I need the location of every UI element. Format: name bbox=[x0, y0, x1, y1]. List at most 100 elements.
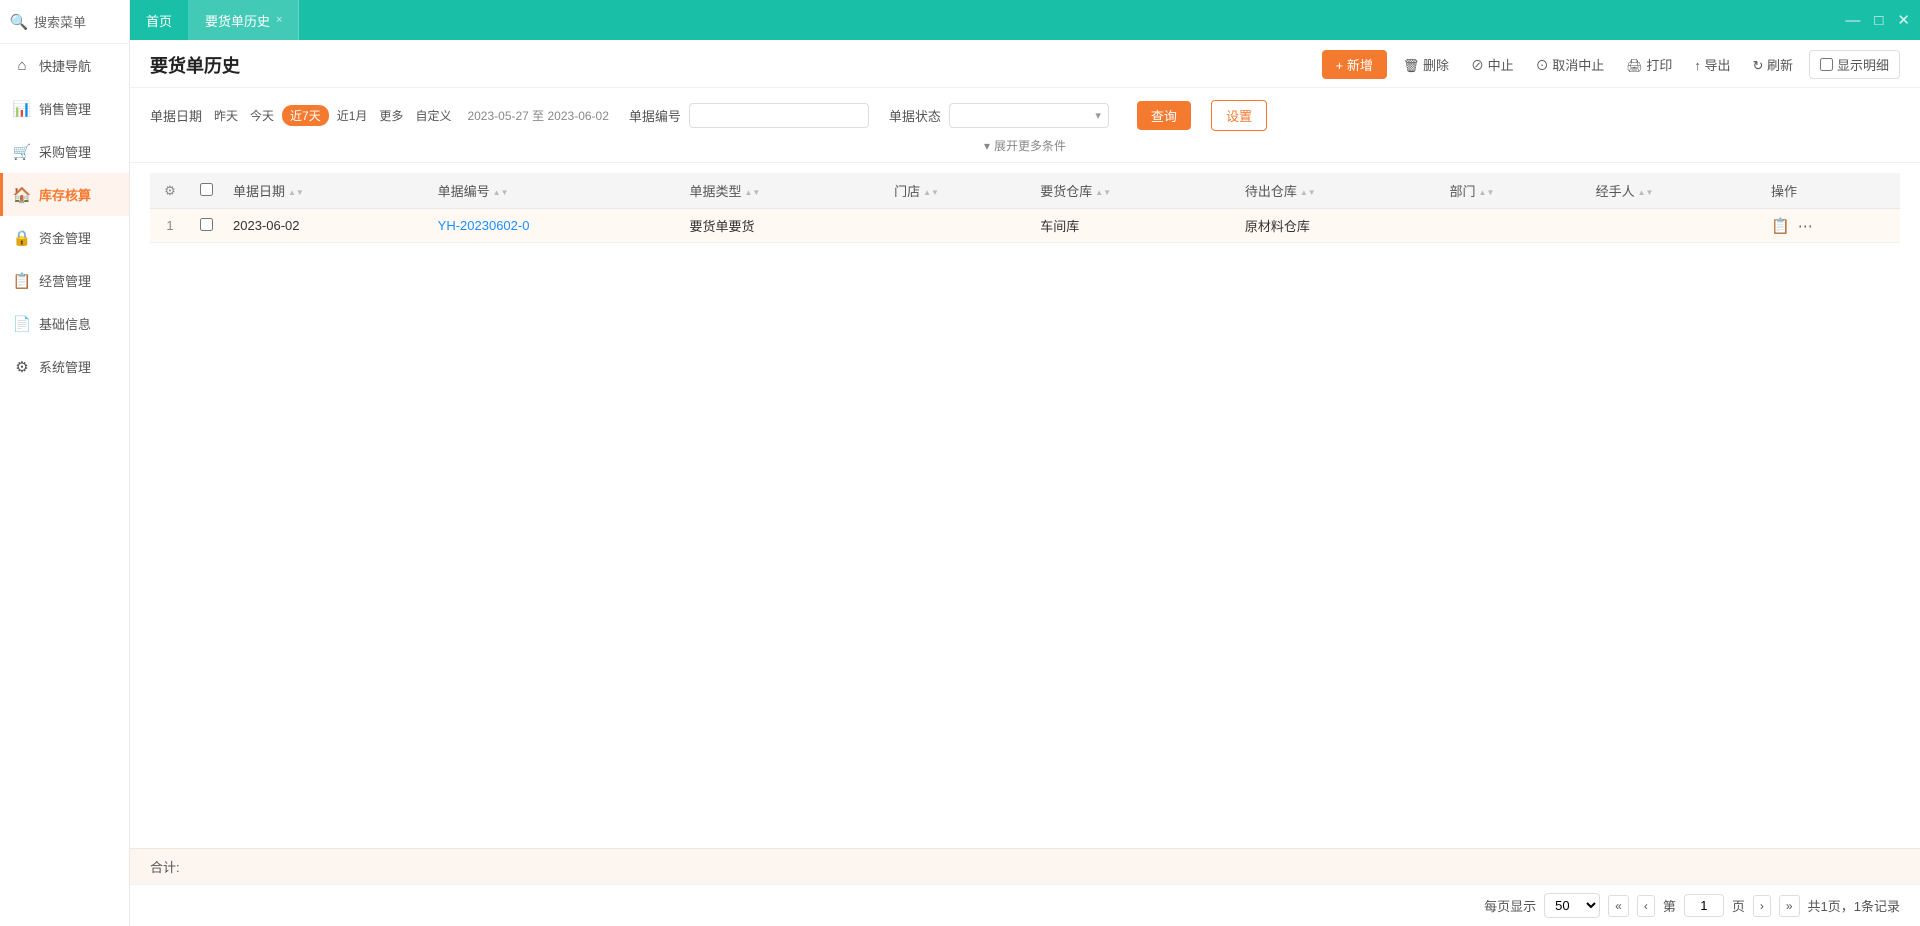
search-menu-label: 搜索菜单 bbox=[34, 12, 86, 31]
expand-more-label: 展开更多条件 bbox=[994, 137, 1066, 154]
tab-close-requisition-history[interactable]: × bbox=[276, 14, 282, 26]
summary-label: 合计: bbox=[150, 860, 180, 875]
filter-area: 单据日期 昨天今天近7天近1月更多自定义 2023-05-27 至 2023-0… bbox=[130, 88, 1920, 163]
prev-page-btn[interactable]: ‹ bbox=[1637, 895, 1655, 917]
expand-more-icon: ▾ bbox=[984, 139, 990, 153]
window-close-btn[interactable]: ✕ bbox=[1897, 11, 1910, 29]
display-detail-button[interactable]: 显示明细 bbox=[1809, 50, 1900, 79]
row-doc-no: YH-20230602-0 bbox=[428, 209, 680, 243]
sidebar-item-finance[interactable]: 🔒 资金管理 bbox=[0, 216, 129, 259]
status-select-wrap bbox=[949, 103, 1109, 128]
total-info: 共1页，1条记录 bbox=[1808, 896, 1900, 915]
row-action: 📋 ⋯ bbox=[1761, 209, 1900, 243]
sidebar-item-quick-nav[interactable]: ⌂快捷导航 bbox=[0, 44, 129, 87]
status-label: 单据状态 bbox=[889, 106, 941, 125]
tab-bar-right: — □ ✕ bbox=[1845, 0, 1920, 40]
date-btn-近7天[interactable]: 近7天 bbox=[282, 105, 329, 126]
sidebar-label-finance: 资金管理 bbox=[39, 228, 91, 247]
row-edit-icon[interactable]: 📋 bbox=[1771, 217, 1790, 235]
expand-more-btn[interactable]: ▾ 展开更多条件 bbox=[150, 137, 1900, 154]
sidebar-label-purchase: 采购管理 bbox=[39, 142, 91, 161]
table-row: 1 2023-06-02 YH-20230602-0 要货单要货 车间库 原材料… bbox=[150, 209, 1900, 243]
date-btn-今天[interactable]: 今天 bbox=[246, 105, 278, 126]
first-page-btn[interactable]: « bbox=[1608, 895, 1629, 917]
select-all-checkbox[interactable] bbox=[200, 183, 213, 196]
sidebar-label-inventory: 库存核算 bbox=[39, 185, 91, 204]
export-button[interactable]: ↑ 导出 bbox=[1688, 51, 1736, 78]
settings-button[interactable]: 设置 bbox=[1211, 100, 1267, 131]
th-settings[interactable]: ⚙ bbox=[150, 173, 190, 209]
row-num: 1 bbox=[150, 209, 190, 243]
tab-bar: 首页要货单历史 × — □ ✕ bbox=[130, 0, 1920, 40]
sidebar-icon-sales: 📊 bbox=[13, 100, 31, 118]
display-detail-label: 显示明细 bbox=[1837, 55, 1889, 74]
query-button[interactable]: 查询 bbox=[1137, 101, 1191, 130]
page-size-label: 每页显示 bbox=[1484, 896, 1536, 915]
data-table: ⚙ 单据日期▲▼ 单据编号▲▼ 单据类型▲▼ 门店▲▼ 要货仓库▲▼ 待出仓库▲… bbox=[150, 173, 1900, 243]
row-doc-type: 要货单要货 bbox=[679, 209, 884, 243]
th-handler[interactable]: 经手人▲▼ bbox=[1586, 173, 1761, 209]
cancel-stop-button[interactable]: ⊙ 取消中止 bbox=[1530, 51, 1611, 78]
th-req-warehouse[interactable]: 要货仓库▲▼ bbox=[1030, 173, 1235, 209]
status-select[interactable] bbox=[949, 103, 1109, 128]
tab-home[interactable]: 首页 bbox=[130, 0, 189, 40]
row-more-icon[interactable]: ⋯ bbox=[1798, 217, 1813, 235]
tab-label-requisition-history: 要货单历史 bbox=[205, 11, 270, 30]
doc-no-input[interactable] bbox=[689, 103, 869, 128]
page-size-select[interactable]: 50 10 20 100 bbox=[1544, 893, 1600, 918]
sidebar-icon-basic-info: 📄 bbox=[13, 315, 31, 333]
sidebar-item-operations[interactable]: 📋经营管理 bbox=[0, 259, 129, 302]
tab-requisition-history[interactable]: 要货单历史 × bbox=[189, 0, 299, 40]
window-minimize-btn[interactable]: — bbox=[1845, 12, 1860, 29]
th-department[interactable]: 部门▲▼ bbox=[1440, 173, 1586, 209]
print-button[interactable]: 🖨 打印 bbox=[1620, 51, 1678, 78]
delete-button[interactable]: 🗑 删除 bbox=[1397, 51, 1455, 78]
th-date[interactable]: 单据日期▲▼ bbox=[223, 173, 428, 209]
date-btn-近1月[interactable]: 近1月 bbox=[333, 105, 372, 126]
sidebar-label-basic-info: 基础信息 bbox=[39, 314, 91, 333]
sidebar-item-basic-info[interactable]: 📄 基础信息 bbox=[0, 302, 129, 345]
th-doc-type[interactable]: 单据类型▲▼ bbox=[679, 173, 884, 209]
row-checkbox-cell[interactable] bbox=[190, 209, 223, 243]
date-btn-更多[interactable]: 更多 bbox=[375, 105, 407, 126]
next-page-btn[interactable]: › bbox=[1753, 895, 1771, 917]
sidebar: 🔍 搜索菜单 ⌂快捷导航📊销售管理🛒采购管理🏠库存核算 🔒 资金管理 📋经营管理 📄 基础… bbox=[0, 0, 130, 926]
refresh-button[interactable]: ↻ 刷新 bbox=[1746, 51, 1799, 78]
row-doc-link[interactable]: YH-20230602-0 bbox=[438, 218, 530, 233]
sidebar-icon-finance: 🔒 bbox=[13, 229, 31, 247]
last-page-btn[interactable]: » bbox=[1779, 895, 1800, 917]
search-icon: 🔍 bbox=[10, 13, 28, 31]
sidebar-label-system: 系统管理 bbox=[39, 357, 91, 376]
display-detail-checkbox[interactable] bbox=[1820, 58, 1833, 71]
stop-button[interactable]: ⊘ 中止 bbox=[1465, 51, 1520, 78]
footer-summary: 合计: bbox=[130, 848, 1920, 884]
sidebar-item-inventory[interactable]: 🏠库存核算 bbox=[0, 173, 129, 216]
sidebar-item-purchase[interactable]: 🛒采购管理 bbox=[0, 130, 129, 173]
date-filter-group: 单据日期 昨天今天近7天近1月更多自定义 2023-05-27 至 2023-0… bbox=[150, 105, 609, 126]
sidebar-item-sales[interactable]: 📊销售管理 bbox=[0, 87, 129, 130]
th-action: 操作 bbox=[1761, 173, 1900, 209]
search-menu[interactable]: 🔍 搜索菜单 bbox=[0, 0, 129, 44]
row-pending-warehouse: 原材料仓库 bbox=[1235, 209, 1440, 243]
sidebar-label-quick-nav: 快捷导航 bbox=[39, 56, 91, 75]
toolbar: + 新增 🗑 删除 ⊘ 中止 ⊙ 取消中止 🖨 打印 ↑ 导出 ↻ 刷新 显示明… bbox=[1322, 50, 1900, 79]
date-btn-昨天[interactable]: 昨天 bbox=[210, 105, 242, 126]
window-maximize-btn[interactable]: □ bbox=[1874, 12, 1883, 29]
page-header: 要货单历史 + 新增 🗑 删除 ⊘ 中止 ⊙ 取消中止 🖨 打印 ↑ 导出 ↻ … bbox=[130, 40, 1920, 88]
th-pending-warehouse[interactable]: 待出仓库▲▼ bbox=[1235, 173, 1440, 209]
date-filter-buttons: 昨天今天近7天近1月更多自定义 bbox=[210, 105, 455, 126]
status-filter-group: 单据状态 bbox=[889, 103, 1109, 128]
th-store[interactable]: 门店▲▼ bbox=[884, 173, 1030, 209]
page-number-input[interactable] bbox=[1684, 894, 1724, 917]
doc-no-label: 单据编号 bbox=[629, 106, 681, 125]
th-checkbox[interactable] bbox=[190, 173, 223, 209]
doc-no-filter-group: 单据编号 bbox=[629, 103, 869, 128]
date-btn-自定义[interactable]: 自定义 bbox=[411, 105, 455, 126]
sidebar-item-system[interactable]: ⚙ 系统管理 bbox=[0, 345, 129, 388]
sidebar-icon-system: ⚙ bbox=[13, 358, 31, 376]
date-range-display: 2023-05-27 至 2023-06-02 bbox=[467, 107, 608, 124]
row-checkbox[interactable] bbox=[200, 218, 213, 231]
new-button[interactable]: + 新增 bbox=[1322, 50, 1387, 79]
th-doc-no[interactable]: 单据编号▲▼ bbox=[428, 173, 680, 209]
filter-row: 单据日期 昨天今天近7天近1月更多自定义 2023-05-27 至 2023-0… bbox=[150, 100, 1900, 131]
